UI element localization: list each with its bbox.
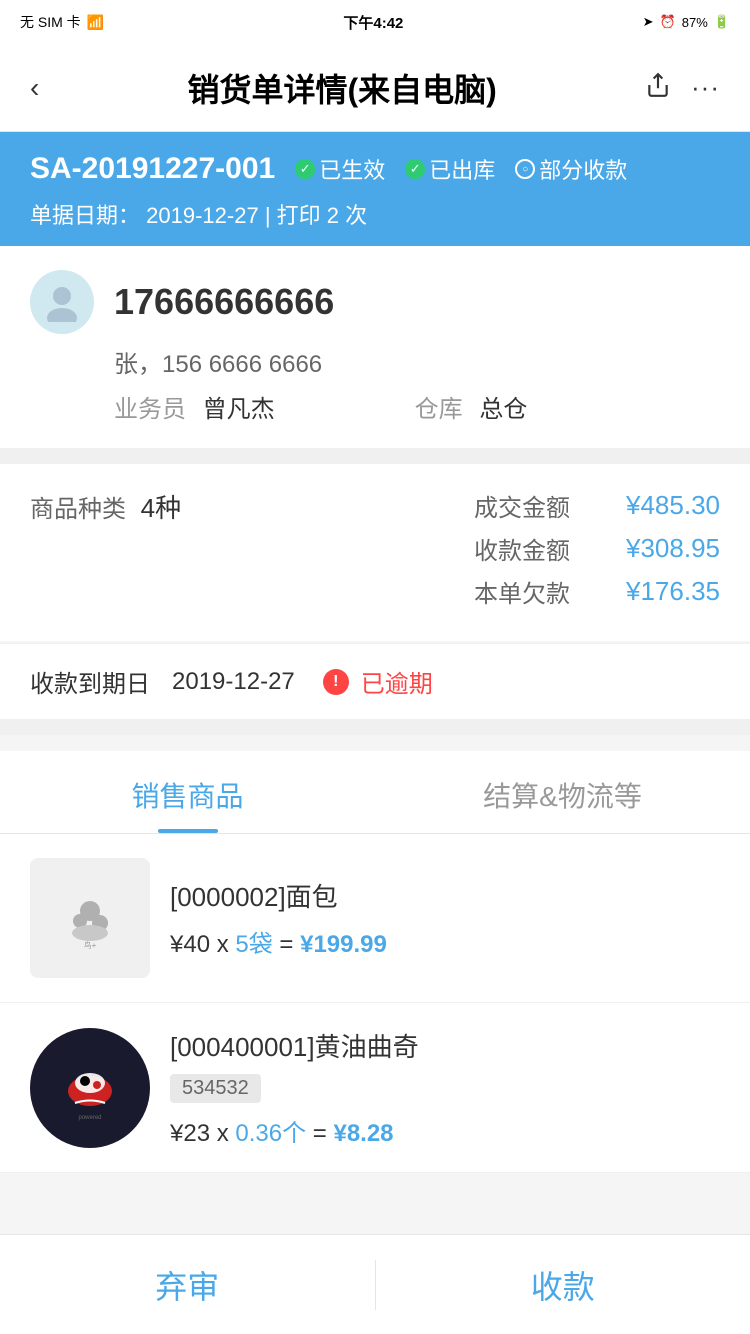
overdue-status: 已逾期 <box>361 664 433 699</box>
overdue-label: 收款到期日 <box>30 664 150 699</box>
svg-text:powered: powered <box>78 1115 101 1121</box>
product-info-1: [0000002]面包 ¥40 x 5袋 = ¥199.99 <box>170 877 720 959</box>
product-list: 鸟+ [0000002]面包 ¥40 x 5袋 = ¥199.99 <box>0 834 750 1173</box>
customer-row: 17666666666 <box>30 270 720 334</box>
status-right: ➤ ⏰ 87% 🔋 <box>643 14 730 30</box>
customer-meta: 业务员 曾凡杰 仓库 总仓 <box>114 389 720 424</box>
category-label: 商品种类 <box>30 496 126 523</box>
page-title: 销货单详情(来自电脑) <box>39 65 645 111</box>
stats-section: 商品种类 4种 成交金额 ¥485.30 收款金额 ¥308.95 本单欠款 ¥… <box>0 464 750 641</box>
divider-2 <box>0 719 750 735</box>
header-date: 单据日期： 2019-12-27 | 打印 2 次 <box>30 198 720 230</box>
status-effective: ✓ 已生效 <box>295 153 385 185</box>
header-info: SA-20191227-001 ✓ 已生效 ✓ 已出库 ○ 部分收款 单据日期：… <box>0 132 750 246</box>
product-qty-1: 5袋 <box>235 931 272 958</box>
owed-label: 本单欠款 <box>474 574 570 609</box>
product-image-2: powered <box>30 1028 150 1148</box>
deal-amount-label: 成交金额 <box>474 488 570 523</box>
product-qty-2: 0.36个 <box>235 1120 306 1147</box>
svg-text:鸟+: 鸟+ <box>84 940 97 950</box>
overdue-section: 收款到期日 2019-12-27 ! 已逾期 <box>0 643 750 719</box>
share-button[interactable] <box>645 72 671 104</box>
product-name-2: [000400001]黄油曲奇 <box>170 1027 720 1064</box>
product-price-1: ¥40 x 5袋 = ¥199.99 <box>170 924 720 959</box>
warehouse-label: 仓库 <box>415 396 463 423</box>
time-display: 下午4:42 <box>343 12 403 33</box>
order-row: SA-20191227-001 ✓ 已生效 ✓ 已出库 ○ 部分收款 <box>30 152 720 186</box>
product-total-1: ¥199.99 <box>300 931 387 958</box>
status-partial: ○ 部分收款 <box>515 153 627 185</box>
customer-name: 张，156 6666 6666 <box>114 344 720 379</box>
product-total-2: ¥8.28 <box>333 1120 393 1147</box>
received-label: 收款金额 <box>474 531 570 566</box>
tab-settlement[interactable]: 结算&物流等 <box>375 751 750 833</box>
sim-text: 无 SIM 卡 <box>20 12 81 32</box>
status-left: 无 SIM 卡 📶 <box>20 12 104 32</box>
more-button[interactable]: ··· <box>691 72 720 103</box>
product-price-2: ¥23 x 0.36个 = ¥8.28 <box>170 1113 720 1148</box>
product-info-2: [000400001]黄油曲奇 534532 ¥23 x 0.36个 = ¥8.… <box>170 1027 720 1148</box>
deal-amount-row: 成交金额 ¥485.30 <box>474 488 720 523</box>
tab-products[interactable]: 销售商品 <box>0 751 375 833</box>
customer-section: 17666666666 张，156 6666 6666 业务员 曾凡杰 仓库 总… <box>0 246 750 448</box>
overdue-icon: ! <box>323 669 349 695</box>
received-row: 收款金额 ¥308.95 <box>474 531 720 566</box>
warehouse: 总仓 <box>479 396 527 423</box>
product-name-1: [0000002]面包 <box>170 877 720 914</box>
check-icon-2: ✓ <box>405 159 425 179</box>
status-shipped: ✓ 已出库 <box>405 153 495 185</box>
product-image-1: 鸟+ <box>30 858 150 978</box>
sales-label: 业务员 <box>114 396 186 423</box>
collect-payment-button[interactable]: 收款 <box>376 1242 750 1328</box>
nav-actions: ··· <box>645 72 720 104</box>
product-item-1: 鸟+ [0000002]面包 ¥40 x 5袋 = ¥199.99 <box>0 834 750 1003</box>
wifi-icon: 📶 <box>87 14 104 31</box>
bottom-bar: 弃审 收款 <box>0 1234 750 1334</box>
location-icon: ➤ <box>643 14 654 30</box>
tabs: 销售商品 结算&物流等 <box>0 751 750 834</box>
back-button[interactable]: ‹ <box>30 72 39 104</box>
order-id: SA-20191227-001 <box>30 152 275 186</box>
category-count: 4种 <box>141 493 181 523</box>
stats-right: 成交金额 ¥485.30 收款金额 ¥308.95 本单欠款 ¥176.35 <box>474 488 720 617</box>
sales-person: 曾凡杰 <box>203 396 275 423</box>
alarm-icon: ⏰ <box>660 14 676 30</box>
clock-icon: ○ <box>515 159 535 179</box>
product-item-2: powered [000400001]黄油曲奇 534532 ¥23 x 0.3… <box>0 1003 750 1173</box>
avatar <box>30 270 94 334</box>
battery-percent: 87% <box>682 15 708 30</box>
owed-row: 本单欠款 ¥176.35 <box>474 574 720 609</box>
stats-row: 商品种类 4种 成交金额 ¥485.30 收款金额 ¥308.95 本单欠款 ¥… <box>30 488 720 617</box>
customer-phone: 17666666666 <box>114 281 334 323</box>
nav-bar: ‹ 销货单详情(来自电脑) ··· <box>0 44 750 132</box>
divider-1 <box>0 448 750 464</box>
cancel-review-button[interactable]: 弃审 <box>0 1242 375 1328</box>
battery-icon: 🔋 <box>714 14 730 30</box>
check-icon-1: ✓ <box>295 159 315 179</box>
overdue-date: 2019-12-27 <box>172 668 295 696</box>
stats-left: 商品种类 4种 <box>30 488 181 525</box>
product-badge-2: 534532 <box>170 1074 261 1103</box>
owed-value: ¥176.35 <box>600 576 720 607</box>
status-bar: 无 SIM 卡 📶 下午4:42 ➤ ⏰ 87% 🔋 <box>0 0 750 44</box>
received-value: ¥308.95 <box>600 533 720 564</box>
deal-amount-value: ¥485.30 <box>600 490 720 521</box>
